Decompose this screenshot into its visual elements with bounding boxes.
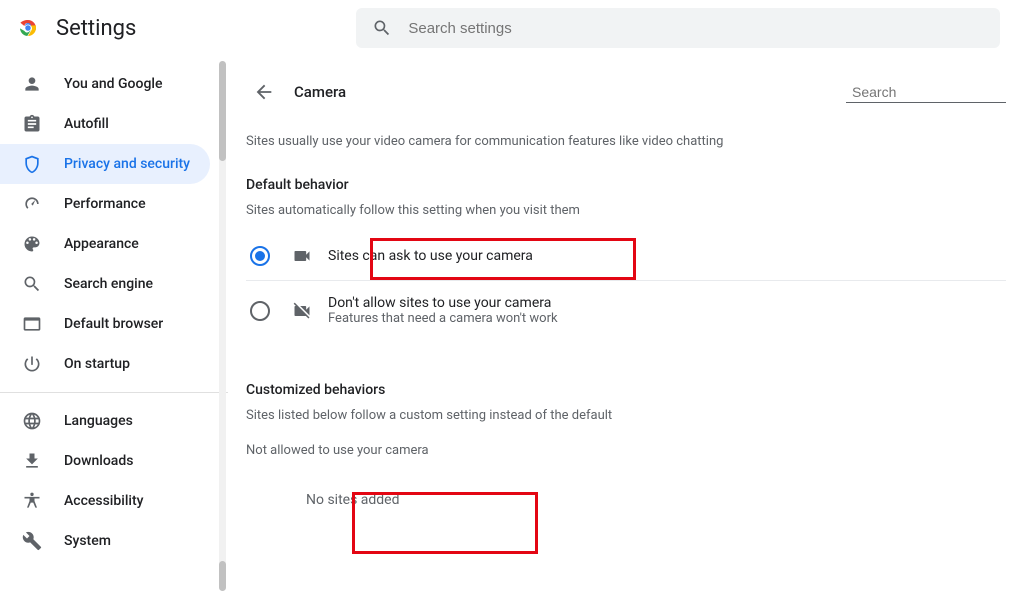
scrollbar-thumb[interactable]	[219, 561, 226, 591]
sidebar-item-appearance[interactable]: Appearance	[0, 224, 210, 264]
radio-selected-icon	[250, 246, 270, 266]
page-description: Sites usually use your video camera for …	[246, 134, 1006, 149]
main-title: Camera	[294, 83, 346, 101]
sidebar-scrollbar[interactable]	[219, 61, 226, 591]
radio-label: Sites can ask to use your camera	[328, 248, 533, 264]
sidebar-item-privacy-security[interactable]: Privacy and security	[0, 144, 210, 184]
browser-icon	[22, 314, 42, 334]
main-search-input[interactable]	[852, 84, 1016, 100]
scrollbar-thumb[interactable]	[219, 61, 226, 161]
sidebar-item-system[interactable]: System	[0, 521, 210, 561]
sidebar-item-label: Appearance	[64, 236, 139, 252]
sidebar-item-label: Default browser	[64, 316, 163, 332]
page-title: Settings	[56, 16, 136, 41]
shield-icon	[22, 154, 42, 174]
sidebar-item-label: You and Google	[64, 76, 162, 92]
sidebar-item-label: Autofill	[64, 116, 109, 132]
sidebar-item-label: Privacy and security	[64, 156, 190, 172]
sidebar-item-search-engine[interactable]: Search engine	[0, 264, 210, 304]
sidebar-item-on-startup[interactable]: On startup	[0, 344, 210, 384]
chrome-logo-icon	[16, 16, 40, 40]
sidebar-item-label: System	[64, 533, 111, 549]
not-allowed-title: Not allowed to use your camera	[246, 443, 1006, 458]
wrench-icon	[22, 531, 42, 551]
globe-icon	[22, 411, 42, 431]
radio-sublabel: Features that need a camera won't work	[328, 311, 558, 326]
sidebar-item-label: On startup	[64, 356, 130, 372]
radio-label: Don't allow sites to use your camera	[328, 295, 558, 311]
search-settings-input[interactable]	[408, 20, 984, 37]
sidebar-item-autofill[interactable]: Autofill	[0, 104, 210, 144]
sidebar-item-default-browser[interactable]: Default browser	[0, 304, 210, 344]
sidebar-divider	[0, 392, 228, 393]
customized-behaviors-title: Customized behaviors	[246, 382, 1006, 398]
sidebar-item-you-and-google[interactable]: You and Google	[0, 64, 210, 104]
search-settings-bar[interactable]	[356, 8, 1000, 48]
main-search[interactable]	[846, 82, 1006, 103]
radio-unselected-icon	[250, 301, 270, 321]
sidebar-item-label: Search engine	[64, 276, 153, 292]
camera-off-icon	[292, 301, 312, 321]
sidebar-item-languages[interactable]: Languages	[0, 401, 210, 441]
sidebar-item-label: Accessibility	[64, 493, 143, 509]
radio-dont-allow[interactable]: Don't allow sites to use your camera Fea…	[246, 281, 1006, 340]
sidebar-item-label: Downloads	[64, 453, 133, 469]
sidebar-item-accessibility[interactable]: Accessibility	[0, 481, 210, 521]
clipboard-icon	[22, 114, 42, 134]
speedometer-icon	[22, 194, 42, 214]
sidebar-item-label: Languages	[64, 413, 133, 429]
sidebar-item-downloads[interactable]: Downloads	[0, 441, 210, 481]
main-content: Camera Sites usually use your video came…	[228, 56, 1016, 568]
person-icon	[22, 74, 42, 94]
arrow-left-icon	[253, 81, 275, 103]
sidebar-item-label: Performance	[64, 196, 146, 212]
camera-icon	[292, 246, 312, 266]
customized-behaviors-sub: Sites listed below follow a custom setti…	[246, 408, 1006, 423]
radio-sites-can-ask[interactable]: Sites can ask to use your camera	[246, 232, 1006, 280]
default-behavior-sub: Sites automatically follow this setting …	[246, 203, 1006, 218]
header: Settings	[0, 0, 1016, 56]
back-button[interactable]	[246, 74, 282, 110]
power-icon	[22, 354, 42, 374]
no-sites-added: No sites added	[246, 472, 1006, 528]
main-header: Camera	[246, 74, 1006, 110]
search-icon	[372, 18, 392, 38]
sidebar: You and Google Autofill Privacy and secu…	[0, 56, 228, 568]
palette-icon	[22, 234, 42, 254]
download-icon	[22, 451, 42, 471]
default-behavior-title: Default behavior	[246, 177, 1006, 193]
accessibility-icon	[22, 491, 42, 511]
sidebar-item-performance[interactable]: Performance	[0, 184, 210, 224]
search-icon	[22, 274, 42, 294]
